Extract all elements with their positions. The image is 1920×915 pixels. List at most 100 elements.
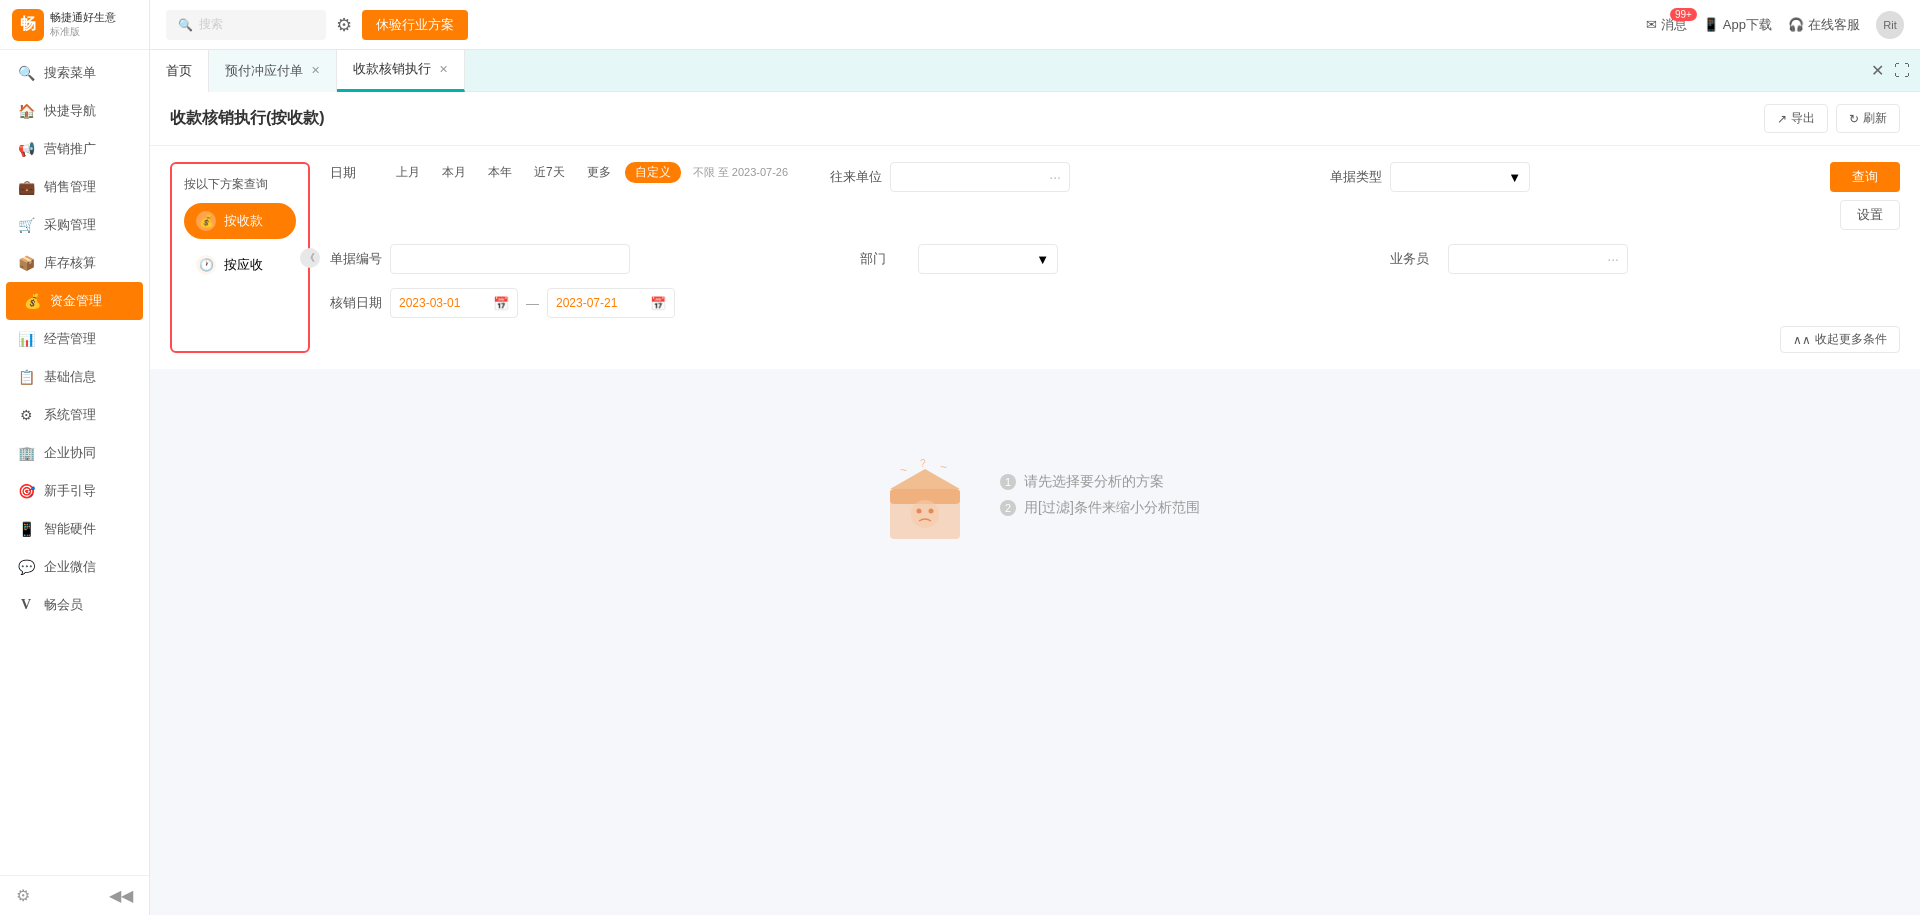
hardware-icon: 📱 [16, 521, 36, 537]
industry-btn[interactable]: 休验行业方案 [362, 10, 468, 40]
settings-bottom-icon[interactable]: ⚙ [16, 886, 30, 905]
user-item[interactable]: Rit [1876, 11, 1904, 39]
member-icon: V [16, 597, 36, 613]
filter-panel-title: 按以下方案查询 [184, 176, 296, 193]
department-label: 部门 [860, 250, 910, 268]
tab-home[interactable]: 首页 [150, 50, 209, 92]
refresh-btn[interactable]: ↻ 刷新 [1836, 104, 1900, 133]
topbar-search-box: 🔍 搜索 [166, 10, 326, 40]
sidebar-item-search[interactable]: 🔍 搜索菜单 [0, 54, 149, 92]
collapse-sidebar-icon[interactable]: ◀◀ [109, 886, 133, 905]
tab-prepay-close[interactable]: ✕ [311, 64, 320, 77]
sidebar-item-marketing[interactable]: 📢 营销推广 [0, 130, 149, 168]
app-download-item[interactable]: 📱 App下载 [1703, 16, 1772, 34]
doc-number-input[interactable] [399, 252, 621, 266]
filter-field-verification-date: 核销日期 2023-03-01 📅 — 2023-07-21 📅 [330, 288, 1900, 318]
doc-type-select-wrapper[interactable]: ▼ [1390, 162, 1530, 192]
building-icon: 🏢 [16, 445, 36, 461]
date-start-box[interactable]: 2023-03-01 📅 [390, 288, 518, 318]
svg-text:~: ~ [940, 460, 947, 474]
sidebar-item-system[interactable]: ⚙ 系统管理 [0, 396, 149, 434]
tab-close-all-icon[interactable]: ✕ [1871, 61, 1884, 80]
export-btn[interactable]: ↗ 导出 [1764, 104, 1828, 133]
counterparty-ellipsis-btn[interactable]: ··· [1049, 169, 1061, 185]
sidebar-item-wechat[interactable]: 💬 企业微信 [0, 548, 149, 586]
calendar-start-icon[interactable]: 📅 [493, 296, 509, 311]
salesperson-label: 业务员 [1390, 250, 1440, 268]
department-select[interactable]: ▼ [918, 244, 1058, 274]
sidebar-item-operation[interactable]: 📊 经营管理 [0, 320, 149, 358]
topbar-gear-icon[interactable]: ⚙ [336, 14, 352, 36]
logo-text: 畅捷通好生意 [50, 10, 116, 24]
customer-service-item[interactable]: 🎧 在线客服 [1788, 16, 1860, 34]
empty-state: ~ ~ ? 1 请先选择要分析的方案 2 用[过滤]条件来缩小分析范围 [150, 369, 1920, 629]
filter-left-panel: 按以下方案查询 💰 按收款 🕐 按应收 《 [170, 162, 310, 353]
salesperson-input[interactable] [1457, 252, 1607, 266]
page-header-actions: ↗ 导出 ↻ 刷新 [1764, 104, 1900, 145]
empty-step-1: 1 [1000, 474, 1016, 490]
gear-icon: ⚙ [16, 407, 36, 423]
guide-icon: 🎯 [16, 483, 36, 499]
tab-expand-icon[interactable]: ⛶ [1894, 62, 1910, 80]
filter-option-receivable[interactable]: 🕐 按应收 [184, 247, 296, 283]
salesperson-ellipsis-btn[interactable]: ··· [1607, 251, 1619, 267]
sidebar-item-inventory[interactable]: 📦 库存核算 [0, 244, 149, 282]
empty-illustration: ~ ~ ? [870, 449, 970, 549]
briefcase-icon: 💼 [16, 179, 36, 195]
calendar-end-icon[interactable]: 📅 [650, 296, 666, 311]
date-start-input[interactable]: 2023-03-01 [399, 296, 489, 310]
svg-point-4 [917, 509, 922, 514]
verification-date-label: 核销日期 [330, 294, 382, 312]
date-btn-more[interactable]: 更多 [579, 162, 619, 183]
home-icon: 🏠 [16, 103, 36, 119]
filter-right-panel: 日期 上月 本月 本年 近7天 更多 自定义 [330, 162, 1900, 353]
date-btn-7days[interactable]: 近7天 [526, 162, 573, 183]
collection-icon: 💰 [196, 211, 216, 231]
logo-icon: 畅 [12, 9, 44, 41]
sidebar-item-sales[interactable]: 💼 销售管理 [0, 168, 149, 206]
query-btn[interactable]: 查询 [1830, 162, 1900, 192]
tab-prepay[interactable]: 预付冲应付单 ✕ [209, 50, 337, 92]
filter-field-department: 部门 ▼ [860, 244, 1370, 274]
empty-step-2: 2 [1000, 500, 1016, 516]
select-chevron-icon: ▼ [1508, 170, 1521, 185]
app-download-icon: 📱 [1703, 17, 1719, 32]
sidebar-item-basic-info[interactable]: 📋 基础信息 [0, 358, 149, 396]
date-shortcuts: 上月 本月 本年 近7天 更多 自定义 不限 至 2023-07 [388, 162, 788, 183]
date-end-box[interactable]: 2023-07-21 📅 [547, 288, 675, 318]
sidebar-item-member[interactable]: V 畅会员 [0, 586, 149, 624]
tab-collection-close[interactable]: ✕ [439, 63, 448, 76]
counterparty-input-wrapper: ··· [890, 162, 1070, 192]
counterparty-input[interactable] [899, 170, 1049, 184]
date-btn-custom[interactable]: 自定义 [625, 162, 681, 183]
page-header: 收款核销执行(按收款) ↗ 导出 ↻ 刷新 [150, 92, 1920, 146]
settings-btn[interactable]: 设置 [1840, 200, 1900, 230]
date-btn-this-month[interactable]: 本月 [434, 162, 474, 183]
avatar: Rit [1876, 11, 1904, 39]
collapse-more-btn[interactable]: ∧∧ 收起更多条件 [1780, 326, 1900, 353]
tab-collection[interactable]: 收款核销执行 ✕ [337, 50, 465, 92]
sidebar-item-enterprise[interactable]: 🏢 企业协同 [0, 434, 149, 472]
sidebar-item-quick-nav[interactable]: 🏠 快捷导航 [0, 92, 149, 130]
date-label: 日期 [330, 164, 380, 182]
doc-number-input-wrapper [390, 244, 630, 274]
date-btn-this-year[interactable]: 本年 [480, 162, 520, 183]
clipboard-icon: 📋 [16, 369, 36, 385]
date-separator: — [526, 296, 539, 311]
page-title: 收款核销执行(按收款) [170, 108, 325, 141]
sidebar-item-finance[interactable]: 💰 资金管理 [6, 282, 143, 320]
sidebar-item-guide[interactable]: 🎯 新手引导 [0, 472, 149, 510]
filter-area: 按以下方案查询 💰 按收款 🕐 按应收 《 [150, 146, 1920, 369]
box-icon: 📦 [16, 255, 36, 271]
filter-option-collection[interactable]: 💰 按收款 [184, 203, 296, 239]
date-end-input[interactable]: 2023-07-21 [556, 296, 646, 310]
filter-collapse-btn[interactable]: 《 [300, 248, 320, 268]
money-icon: 💰 [22, 293, 42, 309]
topbar-left: 🔍 搜索 ⚙ 休验行业方案 [166, 10, 468, 40]
message-item[interactable]: ✉ 消息 99+ [1646, 16, 1687, 34]
sidebar-item-hardware[interactable]: 📱 智能硬件 [0, 510, 149, 548]
filter-field-counterparty: 往来单位 ··· [830, 162, 1070, 192]
tabbar-right-icons: ✕ ⛶ [1871, 61, 1920, 80]
date-btn-last-month[interactable]: 上月 [388, 162, 428, 183]
sidebar-item-purchase[interactable]: 🛒 采购管理 [0, 206, 149, 244]
